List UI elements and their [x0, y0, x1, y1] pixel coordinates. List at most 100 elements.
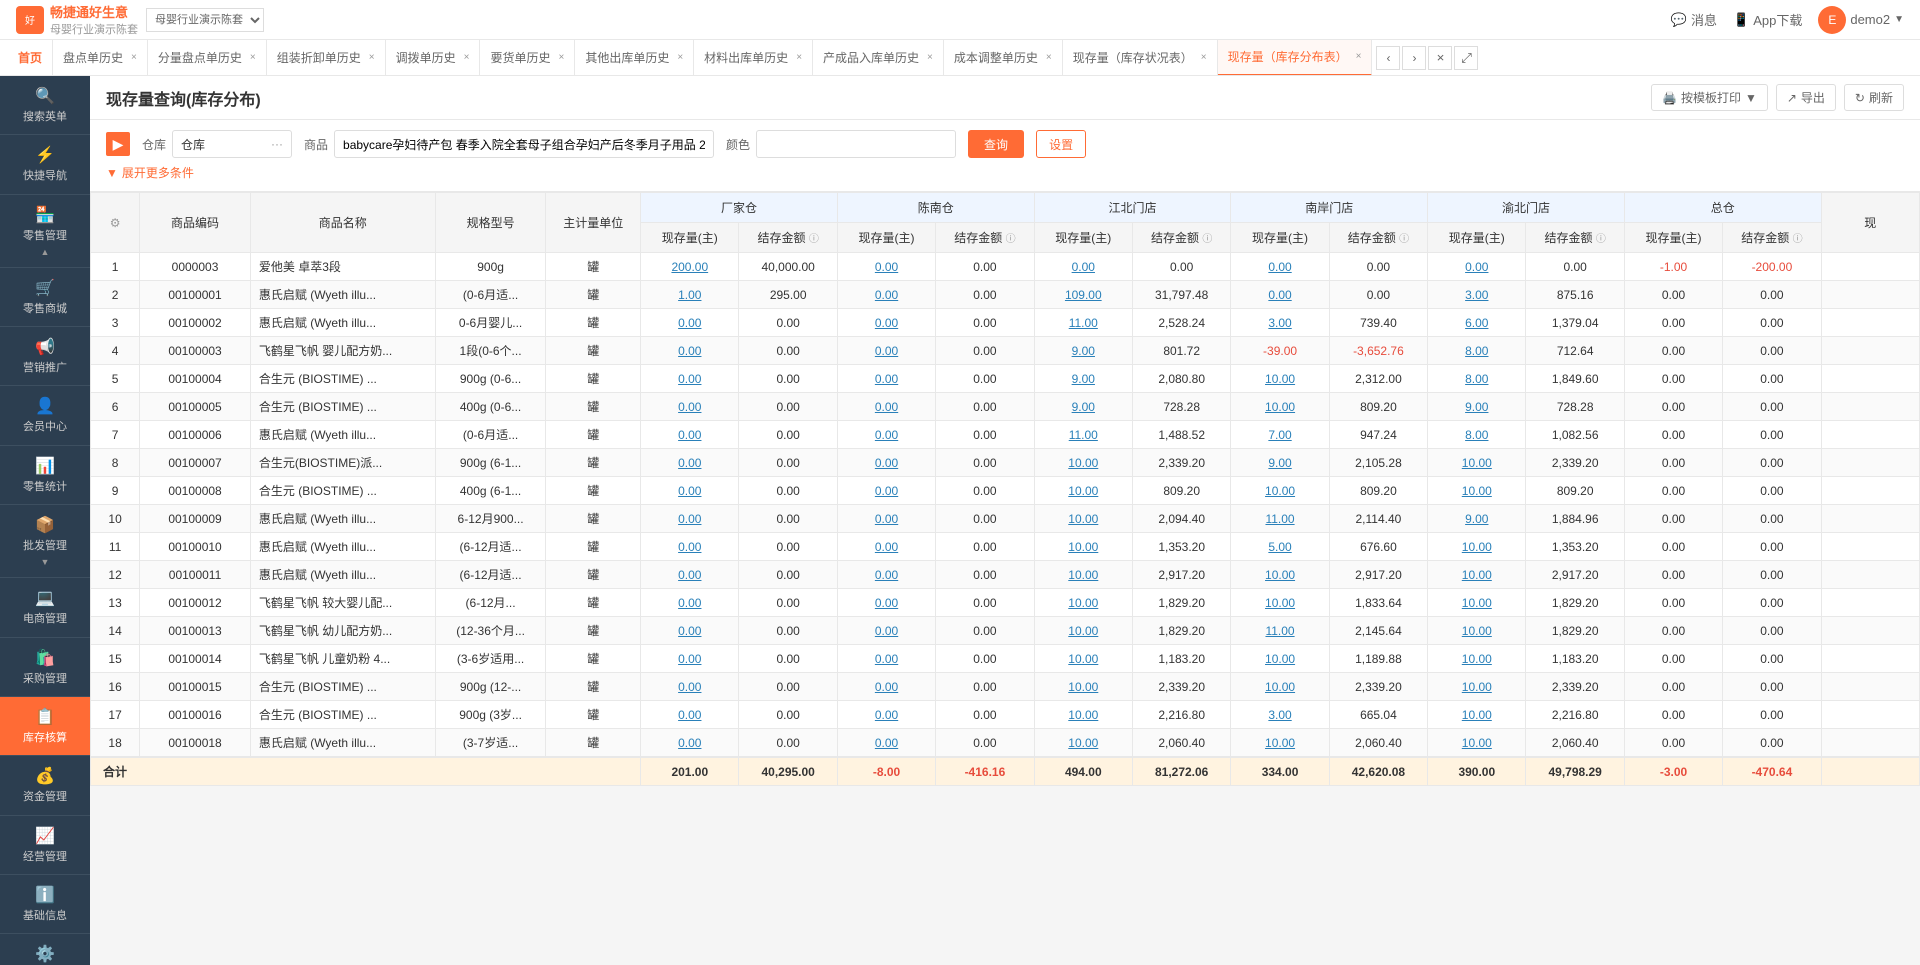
- tab-cost-adjust[interactable]: 成本调整单历史 ×: [944, 40, 1063, 76]
- tab-close-icon[interactable]: ×: [796, 52, 802, 63]
- tab-close-icon[interactable]: ×: [677, 52, 683, 63]
- tab-fullscreen-btn[interactable]: ⤢: [1454, 46, 1478, 70]
- sidebar-item-inventory[interactable]: 📋 库存核算: [0, 697, 90, 756]
- footer-jiangbei-amount: 81,272.06: [1132, 757, 1230, 786]
- tab-close-icon[interactable]: ×: [1201, 52, 1207, 63]
- cell-unit: 罐: [546, 309, 641, 337]
- tab-requisition[interactable]: 要货单历史 ×: [480, 40, 575, 76]
- tab-close-all-btn[interactable]: ×: [1428, 46, 1452, 70]
- industry-selector[interactable]: 母婴行业演示陈套: [146, 8, 264, 32]
- product-label: 商品: [304, 136, 328, 153]
- cell-spec: 400g (0-6...: [435, 393, 546, 421]
- sidebar-item-search[interactable]: 🔍 搜索英单: [0, 76, 90, 135]
- tab-close-icon[interactable]: ×: [369, 52, 375, 63]
- app-subtitle: 母婴行业演示陈套: [50, 21, 138, 37]
- tab-prev-btn[interactable]: ‹: [1376, 46, 1400, 70]
- sidebar-item-retail-mgmt[interactable]: 🏪 零售管理 ▲: [0, 195, 90, 268]
- cell-yubei-stock: 6.00: [1428, 309, 1526, 337]
- collapse-btn[interactable]: ▶: [106, 132, 130, 156]
- tab-close-icon[interactable]: ×: [464, 52, 470, 63]
- cell-total-stock: 0.00: [1624, 449, 1722, 477]
- tab-assembly[interactable]: 组装折卸单历史 ×: [267, 40, 386, 76]
- cell-chen-stock: 0.00: [837, 421, 935, 449]
- tab-close-icon[interactable]: ×: [558, 52, 564, 63]
- cell-current: [1821, 505, 1919, 533]
- app-download-btn[interactable]: 📱 App下载: [1733, 10, 1802, 29]
- tab-stock-distribution[interactable]: 现存量（库存分布表） ×: [1218, 40, 1373, 76]
- table-container: ⚙ 商品编码 商品名称 规格型号 主计量单位 厂家仓 陈南仓 江北门店 南岸门店…: [90, 192, 1920, 965]
- print-btn[interactable]: 🖨️ 按模板打印 ▼: [1651, 84, 1768, 111]
- warehouse-select[interactable]: 仓库 ···: [172, 130, 292, 158]
- cell-chen-amount: 0.00: [936, 281, 1034, 309]
- tab-close-icon[interactable]: ×: [1356, 51, 1362, 62]
- color-input[interactable]: [756, 130, 956, 158]
- tab-close-icon[interactable]: ×: [250, 52, 256, 63]
- sidebar-item-purchase[interactable]: 🛍️ 采购管理: [0, 638, 90, 697]
- sidebar-item-operations[interactable]: 📈 经营管理: [0, 816, 90, 875]
- product-input[interactable]: [334, 130, 714, 158]
- cell-index: 13: [91, 589, 140, 617]
- cell-nanan-stock: 10.00: [1231, 561, 1329, 589]
- export-label: 导出: [1801, 89, 1825, 106]
- tab-home[interactable]: 首页: [8, 40, 53, 76]
- export-btn[interactable]: ↗ 导出: [1776, 84, 1836, 111]
- sidebar-label-retail-mgmt: 零售管理: [23, 229, 67, 243]
- cell-jiangbei-amount: 2,216.80: [1132, 701, 1230, 729]
- sidebar-item-ecommerce[interactable]: 💻 电商管理: [0, 578, 90, 637]
- th-spec: 规格型号: [435, 193, 546, 253]
- cell-chen-amount: 0.00: [936, 505, 1034, 533]
- cell-index: 10: [91, 505, 140, 533]
- top-bar-left: 好 畅捷通好生意 母婴行业演示陈套 母婴行业演示陈套: [16, 2, 264, 37]
- search-btn[interactable]: 查询: [968, 130, 1024, 158]
- data-table: ⚙ 商品编码 商品名称 规格型号 主计量单位 厂家仓 陈南仓 江北门店 南岸门店…: [90, 192, 1920, 786]
- cell-total-stock: 0.00: [1624, 617, 1722, 645]
- cell-name: 合生元 (BIOSTIME) ...: [250, 673, 435, 701]
- cell-total-amount: 0.00: [1723, 505, 1821, 533]
- sidebar-item-system[interactable]: ⚙️ 系统管理: [0, 934, 90, 965]
- settings-gear-icon[interactable]: ⚙: [110, 216, 121, 230]
- cell-yubei-stock: 10.00: [1428, 673, 1526, 701]
- sidebar-label-wholesale: 批发管理: [23, 539, 67, 553]
- user-info[interactable]: E demo2 ▼: [1818, 6, 1904, 34]
- tab-transfer[interactable]: 调拨单历史 ×: [386, 40, 481, 76]
- cell-nanan-stock: 3.00: [1231, 309, 1329, 337]
- retail-mall-icon: 🛒: [35, 278, 55, 298]
- tab-close-icon[interactable]: ×: [1046, 52, 1052, 63]
- tab-stock-status[interactable]: 现存量（库存状况表） ×: [1063, 40, 1218, 76]
- th-code: 商品编码: [140, 193, 251, 253]
- sidebar-item-retail-mall[interactable]: 🛒 零售商城: [0, 268, 90, 327]
- sidebar-item-member[interactable]: 👤 会员中心: [0, 386, 90, 445]
- sidebar-item-quicknav[interactable]: ⚡ 快捷导航: [0, 135, 90, 194]
- cell-current: [1821, 337, 1919, 365]
- page-header: 现存量查询(库存分布) 🖨️ 按模板打印 ▼ ↗ 导出 ↻ 刷新: [90, 76, 1920, 120]
- cell-yubei-stock: 10.00: [1428, 589, 1526, 617]
- sidebar-item-marketing[interactable]: 📢 营销推广: [0, 327, 90, 386]
- tab-close-icon[interactable]: ×: [927, 52, 933, 63]
- cell-jiangbei-stock: 10.00: [1034, 673, 1132, 701]
- sidebar-item-wholesale[interactable]: 📦 批发管理 ▼: [0, 505, 90, 578]
- cell-unit: 罐: [546, 645, 641, 673]
- tab-product-inbound[interactable]: 产成品入库单历史 ×: [813, 40, 944, 76]
- tab-other-outbound[interactable]: 其他出库单历史 ×: [575, 40, 694, 76]
- tab-inventory-check[interactable]: 盘点单历史 ×: [53, 40, 148, 76]
- cell-nanan-amount: 2,312.00: [1329, 365, 1427, 393]
- setting-btn[interactable]: 设置: [1036, 130, 1086, 158]
- tab-material-outbound[interactable]: 材料出库单历史 ×: [694, 40, 813, 76]
- sidebar-item-basic-info[interactable]: ℹ️ 基础信息: [0, 875, 90, 934]
- footer-total-stock: -3.00: [1624, 757, 1722, 786]
- sidebar-item-retail-stats[interactable]: 📊 零售统计: [0, 446, 90, 505]
- tab-split-inventory[interactable]: 分量盘点单历史 ×: [148, 40, 267, 76]
- print-label: 按模板打印: [1681, 89, 1741, 106]
- expand-conditions-btn[interactable]: ▼ 展开更多条件: [106, 164, 1904, 181]
- messages-btn[interactable]: 💬 消息: [1671, 10, 1717, 29]
- tab-close-icon[interactable]: ×: [131, 52, 137, 63]
- search-area: ▶ 仓库 仓库 ··· 商品 颜色 查询 设置: [90, 120, 1920, 192]
- cell-nanan-amount: 2,339.20: [1329, 673, 1427, 701]
- tab-next-btn[interactable]: ›: [1402, 46, 1426, 70]
- sidebar-item-finance[interactable]: 💰 资金管理: [0, 756, 90, 815]
- footer-current: [1821, 757, 1919, 786]
- refresh-btn[interactable]: ↻ 刷新: [1844, 84, 1904, 111]
- cell-yubei-stock: 8.00: [1428, 421, 1526, 449]
- marketing-icon: 📢: [35, 337, 55, 357]
- th-chennan: 陈南仓: [837, 193, 1034, 223]
